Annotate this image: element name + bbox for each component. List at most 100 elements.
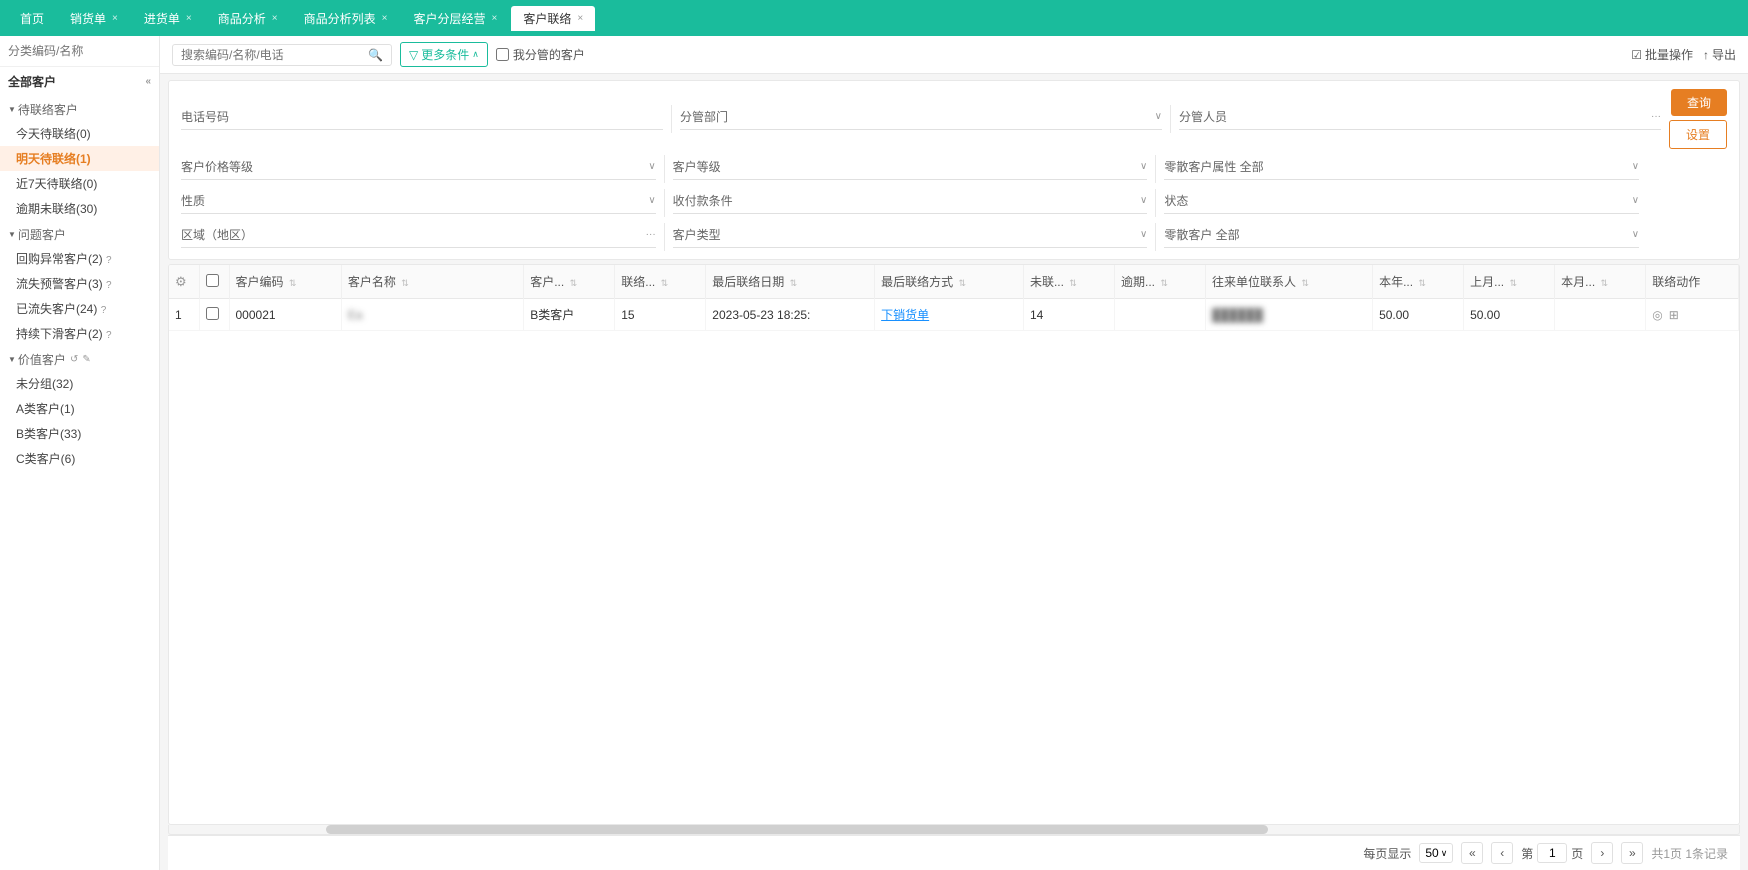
col-overdue[interactable]: 逾期... ⇅ [1114,265,1205,299]
ellipsis-icon: ··· [646,229,656,240]
row-checkbox[interactable] [206,307,219,320]
batch-op-button[interactable]: ☑ 批量操作 [1631,46,1693,63]
close-icon[interactable]: × [577,13,583,24]
sidebar-item-class-b[interactable]: B类客户(33) [0,421,159,446]
batch-op-label: 批量操作 [1645,46,1693,63]
filter-retail-customer-select[interactable]: ∨ [1246,229,1639,240]
col-last-month[interactable]: 上月... ⇅ [1464,265,1555,299]
sidebar-item-ungrouped[interactable]: 未分组(32) [0,371,159,396]
sidebar-item-loss-warning[interactable]: 流失预警客户(3) ? [0,271,159,296]
col-code[interactable]: 客户编码 ⇅ [229,265,341,299]
main-layout: 🔍 全部客户 « ▼ 待联络客户 今天待联络(0) 明天待联络(1) 近7天待联… [0,36,1748,870]
sidebar-item-lost[interactable]: 已流失客户(24) ? [0,296,159,321]
sidebar-item-today[interactable]: 今天待联络(0) [0,121,159,146]
group-pending-contact[interactable]: ▼ 待联络客户 [0,96,159,121]
filter-customer-grade-select[interactable]: ∨ [727,161,1148,172]
my-customers-check[interactable] [496,48,509,61]
col-last-contact-date[interactable]: 最后联络日期 ⇅ [706,265,875,299]
page-goto-suffix: 页 [1571,845,1583,862]
next-page-button[interactable]: › [1591,842,1613,864]
search-input[interactable] [181,48,364,62]
filter-price-grade-select[interactable]: ∨ [259,161,656,172]
filter-payment-select[interactable]: ∨ [739,195,1148,206]
top-navigation: 首页 销货单 × 进货单 × 商品分析 × 商品分析列表 × 客户分层经营 × … [0,0,1748,36]
sidebar-item-tomorrow[interactable]: 明天待联络(1) [0,146,159,171]
sidebar: 🔍 全部客户 « ▼ 待联络客户 今天待联络(0) 明天待联络(1) 近7天待联… [0,36,160,870]
sidebar-item-declining[interactable]: 持续下滑客户(2) ? [0,321,159,346]
group-value-customers[interactable]: ▼ 价值客户 ↺ ✎ [0,346,159,371]
page-size-select[interactable]: 50 ∨ [1419,843,1453,863]
nav-item-goods-analysis-list[interactable]: 商品分析列表 × [292,6,400,31]
nav-item-customer-layer[interactable]: 客户分层经营 × [401,6,509,31]
page-goto-label: 第 [1521,845,1533,862]
nav-item-goods-analysis[interactable]: 商品分析 × [206,6,290,31]
nav-item-sales[interactable]: 销货单 × [58,6,130,31]
filter-icon: ▽ [409,48,418,62]
col-this-year[interactable]: 本年... ⇅ [1373,265,1464,299]
grid-icon[interactable]: ⊞ [1669,308,1679,322]
row-uncontacted-days: 14 [1023,299,1114,331]
all-customers-header[interactable]: 全部客户 « [0,67,159,96]
sidebar-search-input[interactable] [8,44,160,58]
filter-status-select[interactable]: ∨ [1194,195,1639,206]
sidebar-item-class-a[interactable]: A类客户(1) [0,396,159,421]
col-last-contact-method[interactable]: 最后联络方式 ⇅ [875,265,1024,299]
set-button[interactable]: 设置 [1669,120,1727,149]
scrollbar-thumb[interactable] [326,825,1268,834]
close-icon[interactable]: × [382,13,388,24]
col-type[interactable]: 客户... ⇅ [524,265,615,299]
more-filter-button[interactable]: ▽ 更多条件 ∧ [400,42,488,67]
query-button[interactable]: 查询 [1671,89,1727,116]
nav-item-home[interactable]: 首页 [8,6,56,31]
first-page-button[interactable]: « [1461,842,1483,864]
export-button[interactable]: ↑ 导出 [1703,46,1736,63]
eye-icon[interactable]: ◎ [1652,308,1662,322]
col-contact-count-label: 联络... [621,275,655,289]
divider [664,223,665,251]
last-contact-method-link[interactable]: 下销货单 [881,308,929,322]
total-records: 共1页 1条记录 [1651,845,1728,862]
group-problem-label: 问题客户 [18,226,66,243]
close-icon[interactable]: × [491,13,497,24]
divider [1155,189,1156,217]
close-icon[interactable]: × [186,13,192,24]
filter-customer-type-label: 客户类型 [673,226,721,243]
sidebar-item-week[interactable]: 近7天待联络(0) [0,171,159,196]
group-problem-customers[interactable]: ▼ 问题客户 [0,221,159,246]
search-icon[interactable]: 🔍 [368,48,383,62]
col-uncontacted[interactable]: 未联... ⇅ [1023,265,1114,299]
my-customers-checkbox[interactable]: 我分管的客户 [496,46,585,63]
col-name[interactable]: 客户名称 ⇅ [341,265,523,299]
filter-actions: 查询 设置 [1669,89,1727,149]
page-number-input[interactable] [1537,843,1567,863]
col-contact-count[interactable]: 联络... ⇅ [615,265,706,299]
nav-item-customer-contact[interactable]: 客户联络 × [511,6,595,31]
filter-price-grade: 客户价格等级 ∨ [181,158,656,180]
sidebar-item-overdue[interactable]: 逾期未联络(30) [0,196,159,221]
sidebar-search-area: 🔍 [0,36,159,67]
filter-customer-type-select[interactable]: ∨ [727,229,1148,240]
filter-customer-grade-label: 客户等级 [673,158,721,175]
filter-manager-select[interactable]: ··· [1233,111,1661,122]
sidebar-item-repurchase-abnormal[interactable]: 回购异常客户(2) ? [0,246,159,271]
sidebar-item-class-c[interactable]: C类客户(6) [0,446,159,471]
filter-retail-attr: 零散客户属性 全部 ∨ [1164,158,1639,180]
gear-icon[interactable]: ⚙ [175,274,187,289]
col-contact-person[interactable]: 往来单位联系人 ⇅ [1206,265,1373,299]
filter-dept-select[interactable]: ∨ [734,111,1162,122]
close-icon[interactable]: × [272,13,278,24]
nav-item-purchase[interactable]: 进货单 × [132,6,204,31]
row-index: 1 [169,299,199,331]
filter-nature-select[interactable]: ∨ [211,195,656,206]
close-icon[interactable]: × [112,13,118,24]
col-this-month[interactable]: 本月... ⇅ [1555,265,1646,299]
last-page-button[interactable]: » [1621,842,1643,864]
col-overdue-label: 逾期... [1121,275,1155,289]
prev-page-button[interactable]: ‹ [1491,842,1513,864]
select-all-checkbox[interactable] [206,274,219,287]
sort-icon: ⇅ [1601,278,1609,288]
horizontal-scrollbar[interactable] [168,825,1740,835]
filter-region-select[interactable]: ··· [259,229,656,240]
filter-phone-input[interactable] [235,110,663,124]
filter-retail-attr-select[interactable]: ∨ [1270,161,1639,172]
